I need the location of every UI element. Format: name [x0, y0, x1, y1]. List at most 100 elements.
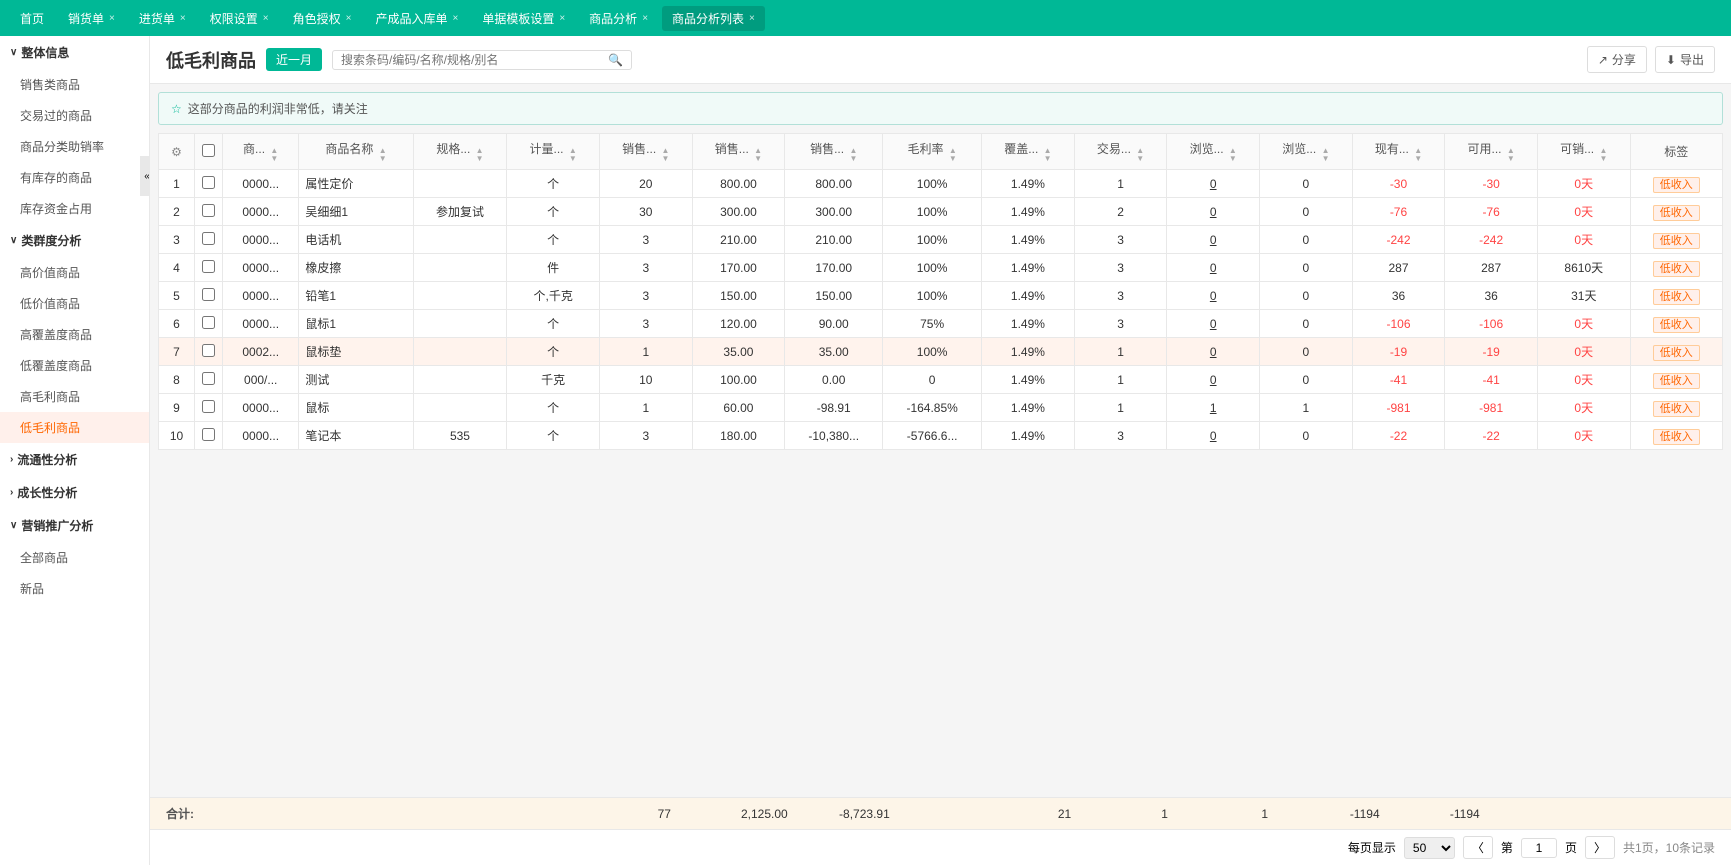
nav-sales[interactable]: 销货单 ×: [58, 6, 125, 31]
sidebar-collapse-button[interactable]: «: [140, 156, 150, 196]
nav-close-icon[interactable]: ×: [263, 13, 269, 24]
col-tag[interactable]: 标签: [1630, 134, 1722, 170]
col-coverage[interactable]: 覆盖... ▲▼: [982, 134, 1075, 170]
row-checkbox[interactable]: [195, 338, 223, 366]
sort-icon[interactable]: ▲▼: [754, 147, 762, 163]
row-check[interactable]: [202, 372, 215, 385]
nav-template[interactable]: 单据模板设置 ×: [472, 6, 575, 31]
row-check[interactable]: [202, 260, 215, 273]
row-name[interactable]: 吴细细1: [299, 198, 413, 226]
sort-icon[interactable]: ▲▼: [476, 147, 484, 163]
row-browse1[interactable]: 0: [1167, 198, 1260, 226]
nav-close-icon[interactable]: ×: [180, 13, 186, 24]
page-size-select[interactable]: 50 100 200: [1404, 837, 1455, 859]
sidebar-group-overall[interactable]: ∨ 整体信息: [0, 36, 149, 69]
sort-icon[interactable]: ▲▼: [270, 147, 278, 163]
nav-product-analysis-list[interactable]: 商品分析列表 ×: [662, 6, 765, 31]
sort-icon[interactable]: ▲▼: [849, 147, 857, 163]
search-input[interactable]: [341, 53, 608, 67]
sidebar-item-low-value[interactable]: 低价值商品: [0, 288, 149, 319]
row-checkbox[interactable]: [195, 394, 223, 422]
col-code[interactable]: 商... ▲▼: [223, 134, 299, 170]
row-name[interactable]: 鼠标垫: [299, 338, 413, 366]
sidebar-item-category-sales-rate[interactable]: 商品分类助销率: [0, 131, 149, 162]
sort-icon[interactable]: ▲▼: [1414, 147, 1422, 163]
row-name[interactable]: 测试: [299, 366, 413, 394]
col-trade[interactable]: 交易... ▲▼: [1074, 134, 1167, 170]
row-checkbox[interactable]: [195, 282, 223, 310]
col-name[interactable]: 商品名称 ▲▼: [299, 134, 413, 170]
sidebar-group-cluster[interactable]: ∨ 类群度分析: [0, 224, 149, 257]
sidebar-item-in-stock[interactable]: 有库存的商品: [0, 162, 149, 193]
row-browse1[interactable]: 0: [1167, 338, 1260, 366]
next-page-button[interactable]: 〉: [1585, 836, 1615, 859]
row-checkbox[interactable]: [195, 226, 223, 254]
sidebar-item-all-products[interactable]: 全部商品: [0, 542, 149, 573]
row-browse1[interactable]: 0: [1167, 282, 1260, 310]
row-check[interactable]: [202, 344, 215, 357]
col-unit[interactable]: 计量... ▲▼: [507, 134, 600, 170]
col-spec[interactable]: 规格... ▲▼: [413, 134, 507, 170]
row-browse1[interactable]: 0: [1167, 170, 1260, 198]
col-avail[interactable]: 可用... ▲▼: [1445, 134, 1538, 170]
sort-icon[interactable]: ▲▼: [662, 147, 670, 163]
sort-icon[interactable]: ▲▼: [569, 147, 577, 163]
row-checkbox[interactable]: [195, 198, 223, 226]
settings-icon[interactable]: ⚙: [171, 145, 182, 159]
sidebar-item-stock-capital[interactable]: 库存资金占用: [0, 193, 149, 224]
col-browse2[interactable]: 浏览... ▲▼: [1260, 134, 1353, 170]
nav-permissions[interactable]: 权限设置 ×: [200, 6, 279, 31]
row-browse1[interactable]: 0: [1167, 366, 1260, 394]
nav-close-icon[interactable]: ×: [642, 13, 648, 24]
export-button[interactable]: ⬇ 导出: [1655, 46, 1715, 73]
share-button[interactable]: ↗ 分享: [1587, 46, 1647, 73]
row-name[interactable]: 属性定价: [299, 170, 413, 198]
sort-icon[interactable]: ▲▼: [1599, 147, 1607, 163]
nav-close-icon[interactable]: ×: [109, 13, 115, 24]
sidebar-item-traded-products[interactable]: 交易过的商品: [0, 100, 149, 131]
row-checkbox[interactable]: [195, 254, 223, 282]
table-area[interactable]: ⚙ 商... ▲▼ 商品名称 ▲▼: [150, 133, 1731, 797]
col-sales-qty[interactable]: 销售... ▲▼: [599, 134, 692, 170]
sidebar-group-flow[interactable]: › 流通性分析: [0, 443, 149, 476]
sort-icon[interactable]: ▲▼: [949, 147, 957, 163]
row-check[interactable]: [202, 204, 215, 217]
row-check[interactable]: [202, 176, 215, 189]
sidebar-item-low-margin[interactable]: 低毛利商品: [0, 412, 149, 443]
time-filter-button[interactable]: 近一月: [266, 48, 322, 71]
nav-purchase[interactable]: 进货单 ×: [129, 6, 196, 31]
row-browse1[interactable]: 0: [1167, 422, 1260, 450]
col-stock[interactable]: 现有... ▲▼: [1352, 134, 1445, 170]
col-browse1[interactable]: 浏览... ▲▼: [1167, 134, 1260, 170]
sort-icon[interactable]: ▲▼: [1136, 147, 1144, 163]
nav-home[interactable]: 首页: [10, 6, 54, 31]
row-browse1[interactable]: 0: [1167, 226, 1260, 254]
row-checkbox[interactable]: [195, 366, 223, 394]
sort-icon[interactable]: ▲▼: [1229, 147, 1237, 163]
col-sales-amount[interactable]: 销售... ▲▼: [692, 134, 785, 170]
row-browse1[interactable]: 0: [1167, 310, 1260, 338]
nav-role-auth[interactable]: 角色授权 ×: [283, 6, 362, 31]
sidebar-item-new-products[interactable]: 新品: [0, 573, 149, 604]
row-name[interactable]: 鼠标: [299, 394, 413, 422]
sort-icon[interactable]: ▲▼: [1044, 147, 1052, 163]
sidebar-item-high-coverage[interactable]: 高覆盖度商品: [0, 319, 149, 350]
nav-close-icon[interactable]: ×: [749, 13, 755, 24]
row-checkbox[interactable]: [195, 310, 223, 338]
col-checkbox[interactable]: [195, 134, 223, 170]
page-input[interactable]: [1521, 838, 1557, 858]
sidebar-item-low-coverage[interactable]: 低覆盖度商品: [0, 350, 149, 381]
row-name[interactable]: 铅笔1: [299, 282, 413, 310]
row-checkbox[interactable]: [195, 422, 223, 450]
select-all-checkbox[interactable]: [202, 144, 215, 157]
sidebar-group-growth[interactable]: › 成长性分析: [0, 476, 149, 509]
row-browse1[interactable]: 0: [1167, 254, 1260, 282]
nav-close-icon[interactable]: ×: [559, 13, 565, 24]
row-check[interactable]: [202, 288, 215, 301]
row-browse1[interactable]: 1: [1167, 394, 1260, 422]
col-settings[interactable]: ⚙: [159, 134, 195, 170]
sidebar-item-high-margin[interactable]: 高毛利商品: [0, 381, 149, 412]
prev-page-button[interactable]: 〈: [1463, 836, 1493, 859]
row-checkbox[interactable]: [195, 170, 223, 198]
col-sales-profit[interactable]: 销售... ▲▼: [785, 134, 883, 170]
